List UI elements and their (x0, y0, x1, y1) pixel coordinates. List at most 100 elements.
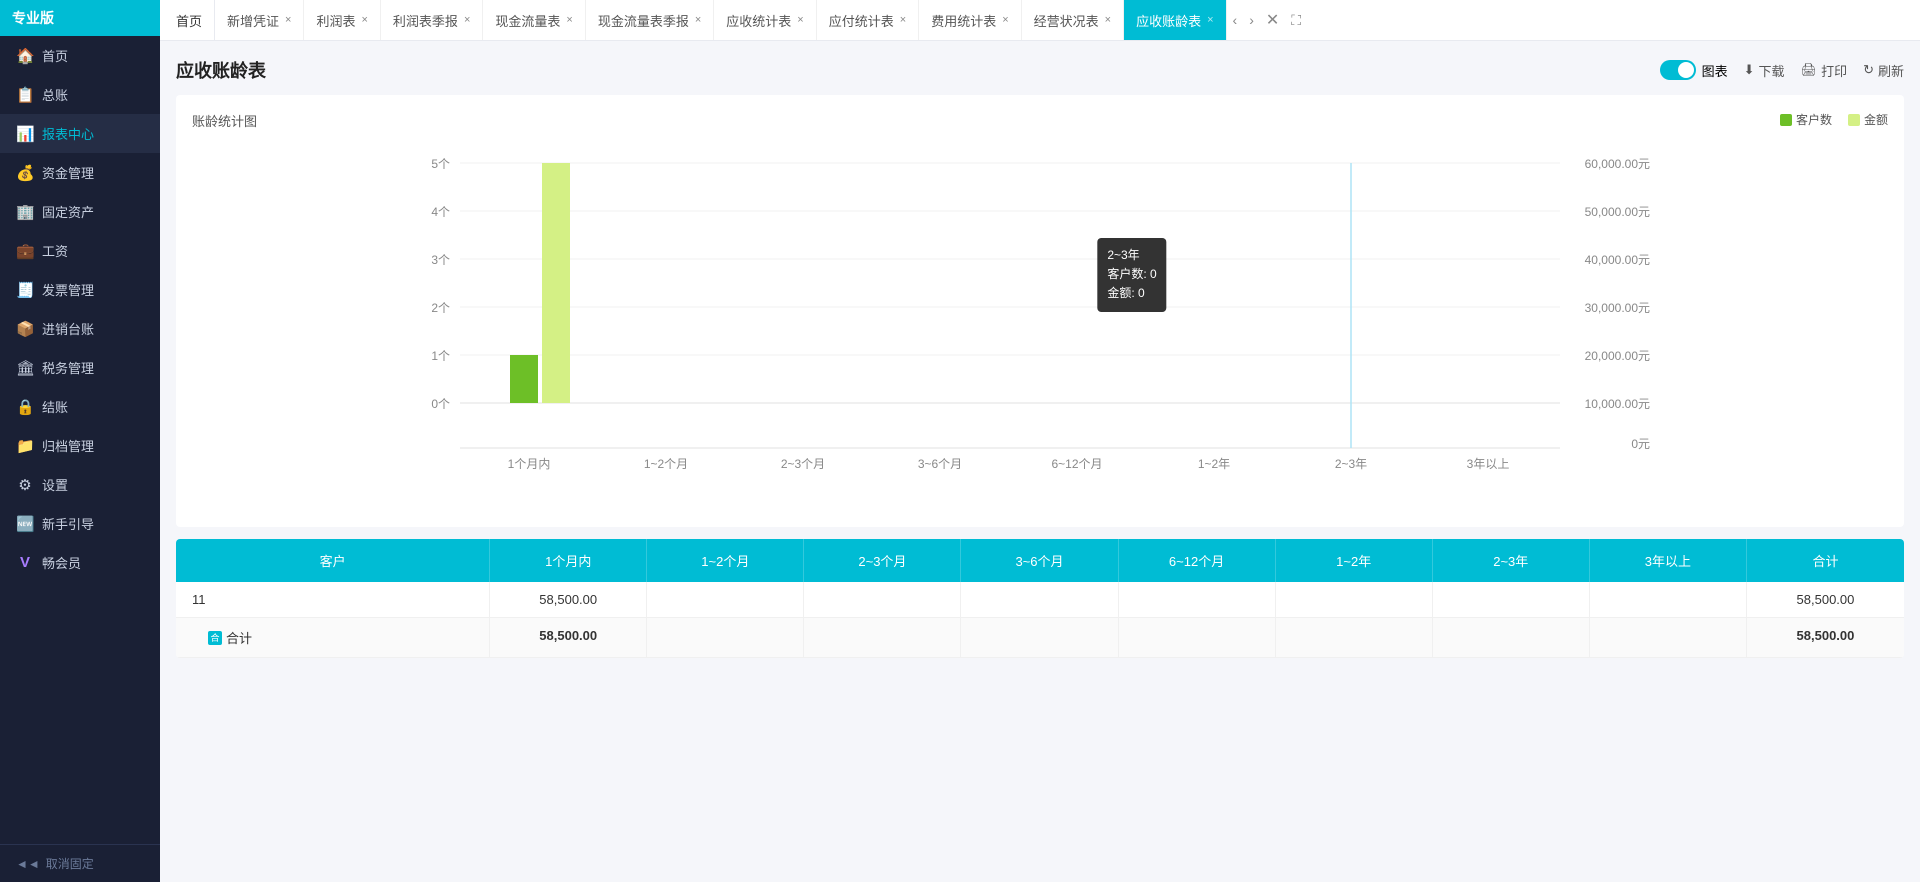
tab-profit-quarterly[interactable]: 利润表季报 × (381, 0, 483, 40)
cell-total-label: 合 合计 (176, 618, 490, 657)
sidebar-item-home[interactable]: 🏠 首页 (0, 36, 160, 75)
cell-y23 (1433, 582, 1590, 617)
legend-customer-label: 客户数 (1796, 111, 1832, 128)
archive-icon: 📁 (16, 437, 34, 455)
sidebar-item-label: 报表中心 (42, 124, 94, 143)
tab-business[interactable]: 经营状况表 × (1022, 0, 1124, 40)
sidebar-item-label: 固定资产 (42, 202, 94, 221)
total-y23 (1433, 618, 1590, 657)
svg-text:3~6个月: 3~6个月 (918, 457, 962, 471)
legend-amount-label: 金额 (1864, 111, 1888, 128)
cell-m612 (1119, 582, 1276, 617)
svg-text:0元: 0元 (1631, 437, 1650, 451)
download-button[interactable]: ⬇ 下载 (1744, 61, 1785, 80)
tab-close-profit-quarterly[interactable]: × (464, 14, 470, 26)
tab-close-business[interactable]: × (1105, 14, 1111, 26)
sidebar-item-fund[interactable]: 💰 资金管理 (0, 153, 160, 192)
toggle-label: 图表 (1702, 61, 1728, 80)
sidebar-logo: 专业版 (0, 0, 160, 36)
table-row: 11 58,500.00 58,500.00 (176, 582, 1904, 618)
sidebar-item-report[interactable]: 📊 报表中心 (0, 114, 160, 153)
sidebar-item-label: 进销台账 (42, 319, 94, 338)
tab-expense-stats[interactable]: 费用统计表 × (919, 0, 1021, 40)
sidebar-pin-toggle[interactable]: ◄◄ 取消固定 (0, 844, 160, 882)
tab-close-ar-aging[interactable]: × (1207, 14, 1213, 26)
tab-close-expense-stats[interactable]: × (1002, 14, 1008, 26)
cell-m12 (647, 582, 804, 617)
tab-prev-button[interactable]: ‹ (1227, 12, 1244, 28)
main-content: 首页 新增凭证 × 利润表 × 利润表季报 × 现金流量表 × 现金流量表季报 … (160, 0, 1920, 882)
cell-total: 58,500.00 (1747, 582, 1904, 617)
bar-customer-m1 (510, 355, 538, 403)
print-button[interactable]: 🖨 打印 (1801, 61, 1848, 80)
home-icon: 🏠 (16, 47, 34, 65)
svg-text:1个: 1个 (431, 349, 450, 363)
cell-m1: 58,500.00 (490, 582, 647, 617)
sidebar-item-label: 结账 (42, 397, 68, 416)
total-m23 (804, 618, 961, 657)
col-total: 合计 (1747, 539, 1904, 582)
sidebar-item-label: 首页 (42, 46, 68, 65)
report-icon: 📊 (16, 125, 34, 143)
tab-maximize-button[interactable]: ⛶ (1285, 12, 1307, 29)
pin-icon: ◄◄ (16, 857, 40, 871)
chart-container: 账龄统计图 客户数 金额 5个 4个 3个 2个 (176, 95, 1904, 527)
tab-ap-stats[interactable]: 应付统计表 × (817, 0, 919, 40)
tab-ar-stats[interactable]: 应收统计表 × (714, 0, 816, 40)
tab-cashflow[interactable]: 现金流量表 × (483, 0, 585, 40)
tab-close-ap-stats[interactable]: × (900, 14, 906, 26)
tab-ar-aging[interactable]: 应收账龄表 × (1124, 0, 1226, 40)
sidebar-item-fixed[interactable]: 🏢 固定资产 (0, 192, 160, 231)
svg-text:3年以上: 3年以上 (1467, 457, 1510, 471)
sidebar-item-label: 工资 (42, 241, 68, 260)
total-y3plus (1590, 618, 1747, 657)
tab-close-cashflow[interactable]: × (566, 14, 572, 26)
tab-close-ar-stats[interactable]: × (797, 14, 803, 26)
cell-customer-name: 11 (176, 582, 490, 617)
sidebar-item-stock[interactable]: 📦 进销台账 (0, 309, 160, 348)
total-y12 (1276, 618, 1433, 657)
legend-customer-dot (1780, 114, 1792, 126)
svg-text:5个: 5个 (431, 157, 450, 171)
svg-text:6~12个月: 6~12个月 (1051, 457, 1102, 471)
col-y12: 1~2年 (1276, 539, 1433, 582)
sidebar-item-salary[interactable]: 💼 工资 (0, 231, 160, 270)
sidebar-item-invoice[interactable]: 🧾 发票管理 (0, 270, 160, 309)
sidebar: 专业版 🏠 首页 📋 总账 📊 报表中心 💰 资金管理 🏢 固定资产 💼 工资 … (0, 0, 160, 882)
tab-close-cashflow-quarterly[interactable]: × (695, 14, 701, 26)
refresh-button[interactable]: ↻ 刷新 (1863, 61, 1904, 80)
cell-y12 (1276, 582, 1433, 617)
tab-home[interactable]: 首页 (164, 0, 215, 40)
tab-close-all-button[interactable]: ✕ (1260, 10, 1285, 30)
sidebar-item-label: 资金管理 (42, 163, 94, 182)
svg-text:0个: 0个 (431, 397, 450, 411)
sidebar-item-guide[interactable]: 🆕 新手引导 (0, 504, 160, 543)
tab-new-voucher[interactable]: 新增凭证 × (215, 0, 304, 40)
legend-amount: 金额 (1848, 111, 1888, 128)
sidebar-item-ledger[interactable]: 📋 总账 (0, 75, 160, 114)
svg-text:2~3个月: 2~3个月 (781, 457, 825, 471)
tab-next-button[interactable]: › (1243, 12, 1260, 28)
sidebar-item-label: 税务管理 (42, 358, 94, 377)
toggle-knob[interactable] (1660, 60, 1696, 80)
chart-toggle[interactable]: 图表 (1660, 60, 1728, 80)
col-y23: 2~3年 (1433, 539, 1590, 582)
tab-close-profit[interactable]: × (361, 14, 367, 26)
col-m36: 3~6个月 (961, 539, 1118, 582)
sidebar-item-tax[interactable]: 🏛 税务管理 (0, 348, 160, 387)
legend-customer: 客户数 (1780, 111, 1832, 128)
tab-profit[interactable]: 利润表 × (304, 0, 380, 40)
guide-icon: 🆕 (16, 515, 34, 533)
sidebar-item-vip[interactable]: V 畅会员 (0, 543, 160, 582)
cell-m23 (804, 582, 961, 617)
col-m612: 6~12个月 (1119, 539, 1276, 582)
sidebar-item-close[interactable]: 🔒 结账 (0, 387, 160, 426)
cell-m36 (961, 582, 1118, 617)
bar-amount-m1 (542, 163, 570, 403)
sidebar-item-settings[interactable]: ⚙ 设置 (0, 465, 160, 504)
tab-close-new-voucher[interactable]: × (285, 14, 291, 26)
sidebar-item-archive[interactable]: 📁 归档管理 (0, 426, 160, 465)
tab-cashflow-quarterly[interactable]: 现金流量表季报 × (586, 0, 714, 40)
total-m612 (1119, 618, 1276, 657)
col-y3plus: 3年以上 (1590, 539, 1747, 582)
